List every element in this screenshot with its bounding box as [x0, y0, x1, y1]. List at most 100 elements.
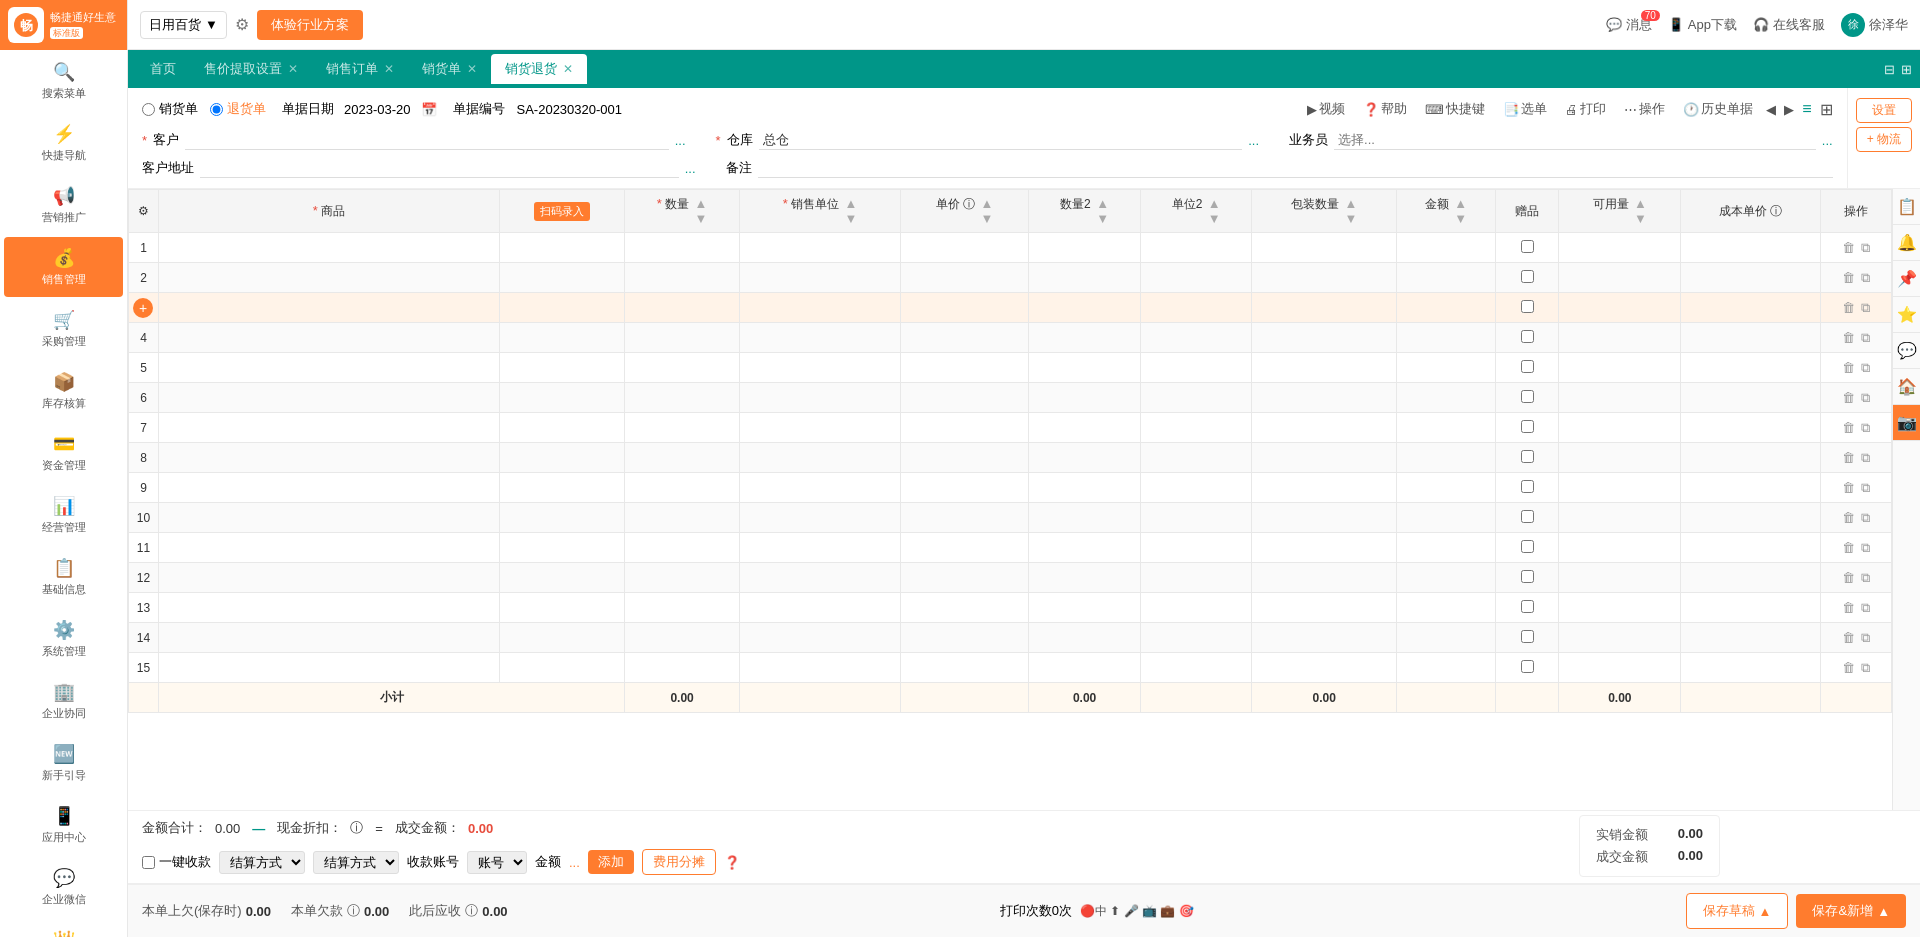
- settings-action-btn[interactable]: 设置: [1856, 98, 1912, 123]
- sidebar-item-system[interactable]: ⚙️ 系统管理: [4, 609, 123, 669]
- pack-qty-cell[interactable]: [1252, 263, 1397, 293]
- unit2-cell[interactable]: [1140, 623, 1252, 653]
- scan-button[interactable]: 扫码录入: [534, 202, 590, 221]
- nav-prev-icon[interactable]: ◀: [1766, 102, 1776, 117]
- unit-price-cell[interactable]: [901, 653, 1029, 683]
- sales-unit-cell[interactable]: [740, 533, 901, 563]
- qty2-cell[interactable]: [1029, 623, 1141, 653]
- copy-icon[interactable]: ⧉: [1861, 240, 1870, 255]
- quantity-cell[interactable]: [625, 413, 740, 443]
- quantity-cell[interactable]: [625, 533, 740, 563]
- unit-price-cell[interactable]: [901, 533, 1029, 563]
- qty2-cell[interactable]: [1029, 323, 1141, 353]
- pack-qty-cell[interactable]: [1252, 503, 1397, 533]
- qty2-cell[interactable]: [1029, 413, 1141, 443]
- amount-cell[interactable]: [1397, 263, 1496, 293]
- product-cell[interactable]: [159, 503, 500, 533]
- print-btn[interactable]: 🖨 打印: [1560, 98, 1611, 120]
- copy-icon[interactable]: ⧉: [1861, 390, 1870, 405]
- calendar-icon[interactable]: 📅: [421, 102, 437, 117]
- qty2-cell[interactable]: [1029, 653, 1141, 683]
- gift-cell[interactable]: [1495, 653, 1559, 683]
- tab-close-icon[interactable]: ✕: [467, 62, 477, 76]
- unit-price-cell[interactable]: [901, 593, 1029, 623]
- delete-icon[interactable]: 🗑: [1842, 330, 1855, 345]
- qty2-cell[interactable]: [1029, 383, 1141, 413]
- delete-icon[interactable]: 🗑: [1842, 300, 1855, 315]
- remark-input[interactable]: [758, 158, 1833, 178]
- sales-unit-cell[interactable]: [740, 413, 901, 443]
- copy-icon[interactable]: ⧉: [1861, 450, 1870, 465]
- add-row-button[interactable]: +: [133, 298, 153, 318]
- unit2-cell[interactable]: [1140, 473, 1252, 503]
- delete-icon[interactable]: 🗑: [1842, 600, 1855, 615]
- delete-icon[interactable]: 🗑: [1842, 450, 1855, 465]
- gift-checkbox[interactable]: [1521, 330, 1534, 343]
- pack-qty-cell[interactable]: [1252, 353, 1397, 383]
- split-button[interactable]: 费用分摊: [642, 849, 716, 875]
- copy-icon[interactable]: ⧉: [1861, 360, 1870, 375]
- one-click-payment-check[interactable]: 一键收款: [142, 853, 211, 871]
- online-service-button[interactable]: 🎧 在线客服: [1753, 16, 1825, 34]
- unit-price-cell[interactable]: [901, 623, 1029, 653]
- unit-price-cell[interactable]: [901, 503, 1029, 533]
- address-picker-btn[interactable]: ...: [685, 161, 696, 176]
- user-profile[interactable]: 徐 徐泽华: [1841, 13, 1908, 37]
- amount-picker-btn[interactable]: ...: [569, 855, 580, 870]
- copy-icon[interactable]: ⧉: [1861, 330, 1870, 345]
- video-btn[interactable]: ▶ 视频: [1302, 98, 1350, 120]
- amount-cell[interactable]: [1397, 323, 1496, 353]
- help-btn[interactable]: ❓ 帮助: [1358, 98, 1412, 120]
- product-cell[interactable]: [159, 653, 500, 683]
- unit2-cell[interactable]: [1140, 653, 1252, 683]
- sidebar-item-finance[interactable]: 💳 资金管理: [4, 423, 123, 483]
- history-btn[interactable]: 🕐 历史单据: [1678, 98, 1758, 120]
- nav-next-icon[interactable]: ▶: [1784, 102, 1794, 117]
- gift-checkbox[interactable]: [1521, 570, 1534, 583]
- pack-qty-cell[interactable]: [1252, 323, 1397, 353]
- warehouse-input[interactable]: [759, 130, 1243, 150]
- unit-price-cell[interactable]: [901, 233, 1029, 263]
- copy-icon[interactable]: ⧉: [1861, 630, 1870, 645]
- account-select[interactable]: 账号: [467, 851, 527, 874]
- sidebar-item-purchase[interactable]: 🛒 采购管理: [4, 299, 123, 359]
- delete-icon[interactable]: 🗑: [1842, 510, 1855, 525]
- unit-price-cell[interactable]: [901, 383, 1029, 413]
- qty2-cell[interactable]: [1029, 233, 1141, 263]
- warehouse-picker-btn[interactable]: ...: [1248, 133, 1259, 148]
- sidebar-item-apps[interactable]: 📱 应用中心: [4, 795, 123, 855]
- right-btn-4[interactable]: ⭐: [1893, 297, 1920, 333]
- tab-price-settings[interactable]: 售价提取设置 ✕: [190, 54, 312, 84]
- amount-cell[interactable]: [1397, 383, 1496, 413]
- unit-price-cell[interactable]: [901, 353, 1029, 383]
- pack-qty-cell[interactable]: [1252, 413, 1397, 443]
- delete-icon[interactable]: 🗑: [1842, 360, 1855, 375]
- product-cell[interactable]: [159, 353, 500, 383]
- qty2-cell[interactable]: [1029, 473, 1141, 503]
- unit-price-cell[interactable]: [901, 443, 1029, 473]
- tab-close-icon[interactable]: ✕: [288, 62, 298, 76]
- unit2-cell[interactable]: [1140, 443, 1252, 473]
- quantity-cell[interactable]: [625, 293, 740, 323]
- sales-unit-cell[interactable]: [740, 653, 901, 683]
- sales-unit-cell[interactable]: [740, 293, 901, 323]
- gift-cell[interactable]: [1495, 503, 1559, 533]
- staff-input[interactable]: [1334, 130, 1816, 150]
- product-cell[interactable]: [159, 233, 500, 263]
- product-cell[interactable]: [159, 323, 500, 353]
- company-dropdown[interactable]: 日用百货 ▼: [140, 11, 227, 39]
- amount-cell[interactable]: [1397, 563, 1496, 593]
- right-btn-7[interactable]: 📷: [1893, 405, 1920, 441]
- right-btn-1[interactable]: 📋: [1893, 189, 1920, 225]
- sidebar-item-marketing[interactable]: 📢 营销推广: [4, 175, 123, 235]
- operate-btn[interactable]: ⋯ 操作: [1619, 98, 1670, 120]
- unit-price-cell[interactable]: [901, 473, 1029, 503]
- radio-input-return[interactable]: [210, 103, 223, 116]
- unit-price-cell[interactable]: [901, 263, 1029, 293]
- copy-icon[interactable]: ⧉: [1861, 420, 1870, 435]
- radio-sales-slip[interactable]: 销货单: [142, 100, 198, 118]
- right-btn-5[interactable]: 💬: [1893, 333, 1920, 369]
- unit2-cell[interactable]: [1140, 563, 1252, 593]
- sidebar-item-inventory[interactable]: 📦 库存核算: [4, 361, 123, 421]
- tab-close-icon[interactable]: ✕: [384, 62, 394, 76]
